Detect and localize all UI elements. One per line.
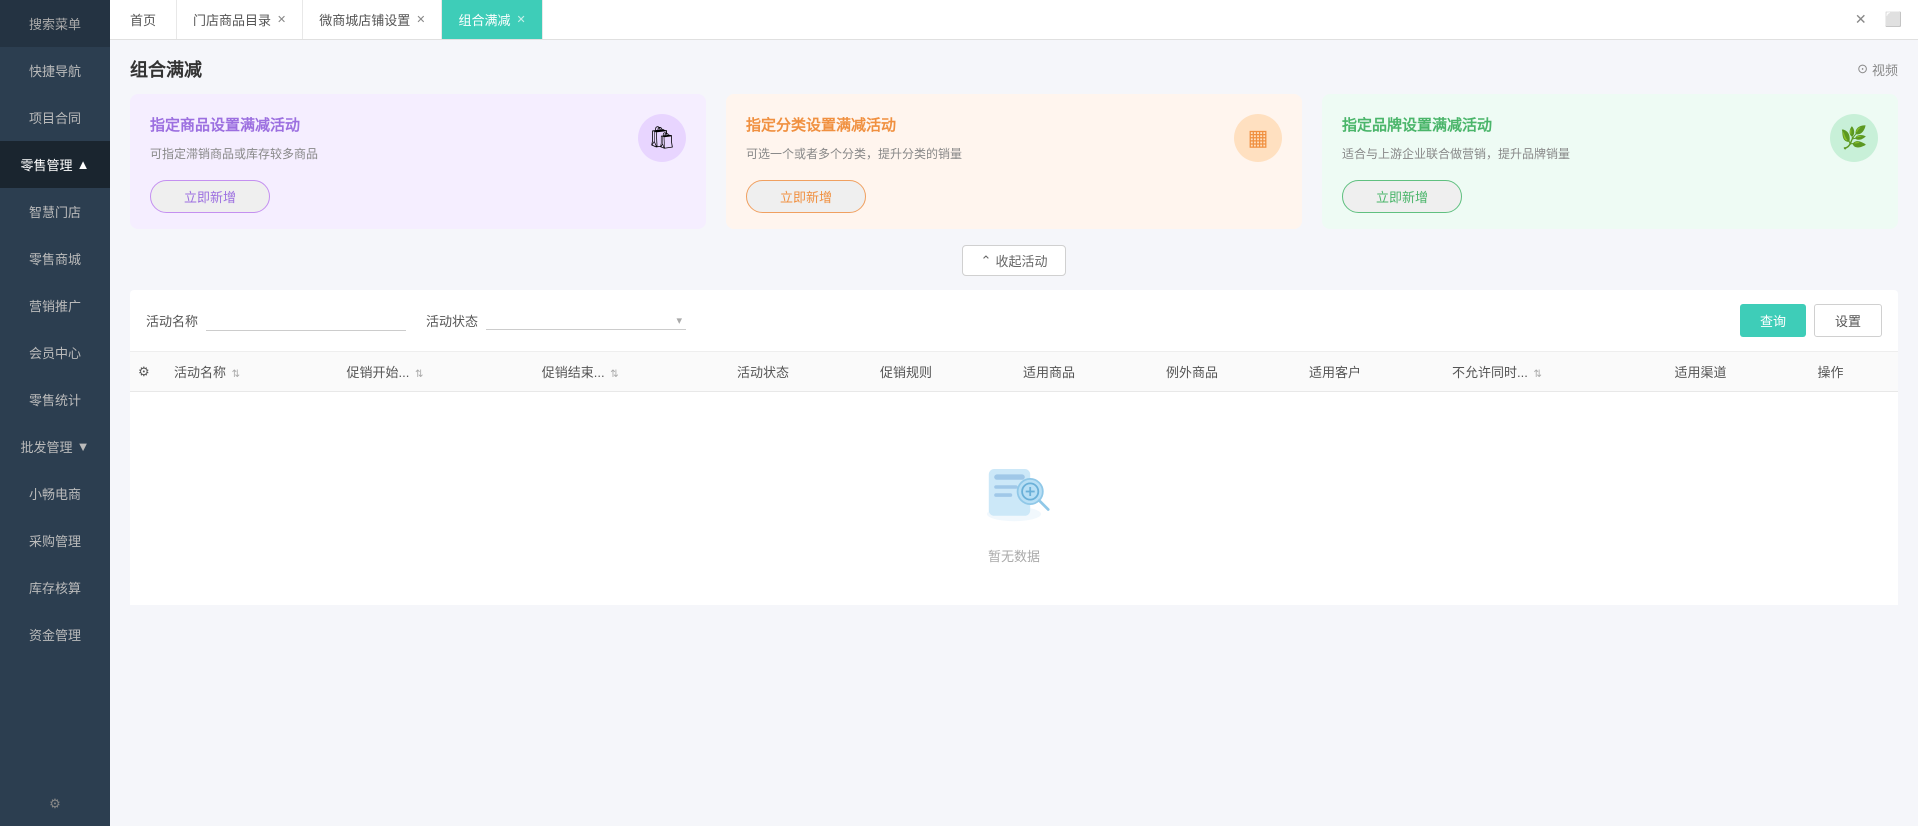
video-link[interactable]: ⊙ 视频 xyxy=(1857,60,1898,79)
content-area: 组合满减 ⊙ 视频 🛍 指定商品设置满减活动 可指定滞销商品或库存较多商品 立即… xyxy=(110,40,1918,826)
product-card-add-btn[interactable]: 立即新增 xyxy=(150,180,270,213)
sidebar-item-member[interactable]: 会员中心 xyxy=(0,329,110,376)
col-promo-start[interactable]: 促销开始... ⇅ xyxy=(338,352,533,392)
brand-card-add-btn[interactable]: 立即新增 xyxy=(1342,180,1462,213)
tab-bar: 首页 门店商品目录 ✕ 微商城店铺设置 ✕ 组合满减 ✕ ✕ ⬜ xyxy=(110,0,1918,40)
sort-icon-activity-name: ⇅ xyxy=(232,369,240,380)
sort-icon-no-concurrent: ⇅ xyxy=(1533,369,1541,380)
window-close-btn[interactable]: ✕ xyxy=(1851,9,1871,30)
filter-actions: 查询 设置 xyxy=(1740,304,1882,337)
tab-product-catalog[interactable]: 门店商品目录 ✕ xyxy=(177,0,303,39)
collapse-btn[interactable]: ⌃ 收起活动 xyxy=(962,245,1067,276)
category-card-icon: ▦ xyxy=(1234,114,1282,162)
sidebar-item-retail-mgmt[interactable]: 零售管理 ▲ xyxy=(0,141,110,188)
sort-icon-promo-end: ⇅ xyxy=(610,369,618,380)
category-card-desc: 可选一个或者多个分类，提升分类的销量 xyxy=(746,145,1282,164)
product-card-icon: 🛍 xyxy=(638,114,686,162)
query-button[interactable]: 查询 xyxy=(1740,304,1806,337)
tab-wechat-settings[interactable]: 微商城店铺设置 ✕ xyxy=(303,0,442,39)
product-card: 🛍 指定商品设置满减活动 可指定滞销商品或库存较多商品 立即新增 xyxy=(130,94,706,229)
tab-close-product-catalog[interactable]: ✕ xyxy=(277,13,286,26)
empty-state: 暂无数据 xyxy=(130,392,1898,605)
col-gear[interactable]: ⚙ xyxy=(130,352,166,392)
page-title: 组合满减 xyxy=(130,56,202,82)
collapse-bar: ⌃ 收起活动 xyxy=(130,245,1898,276)
filter-name-input[interactable] xyxy=(206,311,406,331)
sidebar: 搜索菜单 快捷导航 项目合同 零售管理 ▲ 智慧门店 零售商城 营销推广 会员中… xyxy=(0,0,110,826)
tab-combo-discount[interactable]: 组合满减 ✕ xyxy=(442,0,542,39)
sidebar-item-xiaochangec[interactable]: 小畅电商 xyxy=(0,470,110,517)
col-operations: 操作 xyxy=(1810,352,1898,392)
col-applicable-goods: 适用商品 xyxy=(1015,352,1158,392)
setting-button[interactable]: 设置 xyxy=(1814,304,1882,337)
table-header-row: ⚙ 活动名称 ⇅ 促销开始... ⇅ 促销结束... ⇅ xyxy=(130,352,1898,392)
data-table: ⚙ 活动名称 ⇅ 促销开始... ⇅ 促销结束... ⇅ xyxy=(130,352,1898,392)
empty-text: 暂无数据 xyxy=(988,546,1040,565)
filter-status-label: 活动状态 xyxy=(426,311,478,330)
sidebar-item-retail-mall[interactable]: 零售商城 xyxy=(0,235,110,282)
product-card-desc: 可指定滞销商品或库存较多商品 xyxy=(150,145,686,164)
main-area: 首页 门店商品目录 ✕ 微商城店铺设置 ✕ 组合满减 ✕ ✕ ⬜ 组合满减 ⊙ … xyxy=(110,0,1918,826)
window-maximize-btn[interactable]: ⬜ xyxy=(1881,9,1906,30)
sidebar-item-retail-stats[interactable]: 零售统计 xyxy=(0,376,110,423)
tab-close-wechat-settings[interactable]: ✕ xyxy=(416,13,425,26)
sort-icon-promo-start: ⇅ xyxy=(415,369,423,380)
empty-state-icon xyxy=(969,442,1059,532)
filter-status-select[interactable]: ▾ xyxy=(486,312,686,330)
sidebar-item-smart-store[interactable]: 智慧门店 xyxy=(0,188,110,235)
table-container: ⚙ 活动名称 ⇅ 促销开始... ⇅ 促销结束... ⇅ xyxy=(130,352,1898,605)
sidebar-item-quick-nav[interactable]: 快捷导航 xyxy=(0,47,110,94)
brand-card-title: 指定品牌设置满减活动 xyxy=(1342,114,1878,135)
col-activity-status: 活动状态 xyxy=(729,352,872,392)
tab-bar-right: ✕ ⬜ xyxy=(1851,9,1918,30)
brand-card-icon: 🌿 xyxy=(1830,114,1878,162)
tab-home[interactable]: 首页 xyxy=(110,0,177,39)
col-applicable-customer: 适用客户 xyxy=(1301,352,1444,392)
sidebar-item-marketing[interactable]: 营销推广 xyxy=(0,282,110,329)
sidebar-item-project-contract[interactable]: 项目合同 xyxy=(0,94,110,141)
filter-name-item: 活动名称 xyxy=(146,311,406,331)
sidebar-item-inventory[interactable]: 库存核算 xyxy=(0,564,110,611)
sidebar-item-purchase[interactable]: 采购管理 xyxy=(0,517,110,564)
category-card: ▦ 指定分类设置满减活动 可选一个或者多个分类，提升分类的销量 立即新增 xyxy=(726,94,1302,229)
filter-row: 活动名称 活动状态 ▾ 查询 设置 xyxy=(130,290,1898,352)
brand-card: 🌿 指定品牌设置满减活动 适合与上游企业联合做营销，提升品牌销量 立即新增 xyxy=(1322,94,1898,229)
col-promo-end[interactable]: 促销结束... ⇅ xyxy=(534,352,729,392)
col-promo-rule: 促销规则 xyxy=(872,352,1015,392)
brand-card-desc: 适合与上游企业联合做营销，提升品牌销量 xyxy=(1342,145,1878,164)
col-except-goods: 例外商品 xyxy=(1158,352,1301,392)
product-card-title: 指定商品设置满减活动 xyxy=(150,114,686,135)
sidebar-search[interactable]: 搜索菜单 xyxy=(0,0,110,47)
chevron-down-icon: ▾ xyxy=(677,314,683,327)
category-card-add-btn[interactable]: 立即新增 xyxy=(746,180,866,213)
category-card-title: 指定分类设置满减活动 xyxy=(746,114,1282,135)
sidebar-settings-icon[interactable]: ⚙ xyxy=(0,782,110,826)
sidebar-item-wholesale[interactable]: 批发管理 ▼ xyxy=(0,423,110,470)
play-circle-icon: ⊙ xyxy=(1857,61,1868,77)
page-header: 组合满减 ⊙ 视频 xyxy=(130,40,1898,94)
cards-row: 🛍 指定商品设置满减活动 可指定滞销商品或库存较多商品 立即新增 ▦ 指定分类设… xyxy=(130,94,1898,229)
filter-status-item: 活动状态 ▾ xyxy=(426,311,686,330)
col-activity-name[interactable]: 活动名称 ⇅ xyxy=(166,352,338,392)
col-no-concurrent[interactable]: 不允许同时... ⇅ xyxy=(1444,352,1667,392)
collapse-up-icon: ⌃ xyxy=(981,253,992,269)
tab-close-combo-discount[interactable]: ✕ xyxy=(517,13,526,26)
filter-name-label: 活动名称 xyxy=(146,311,198,330)
col-applicable-channel: 适用渠道 xyxy=(1667,352,1810,392)
sidebar-item-finance[interactable]: 资金管理 xyxy=(0,611,110,658)
